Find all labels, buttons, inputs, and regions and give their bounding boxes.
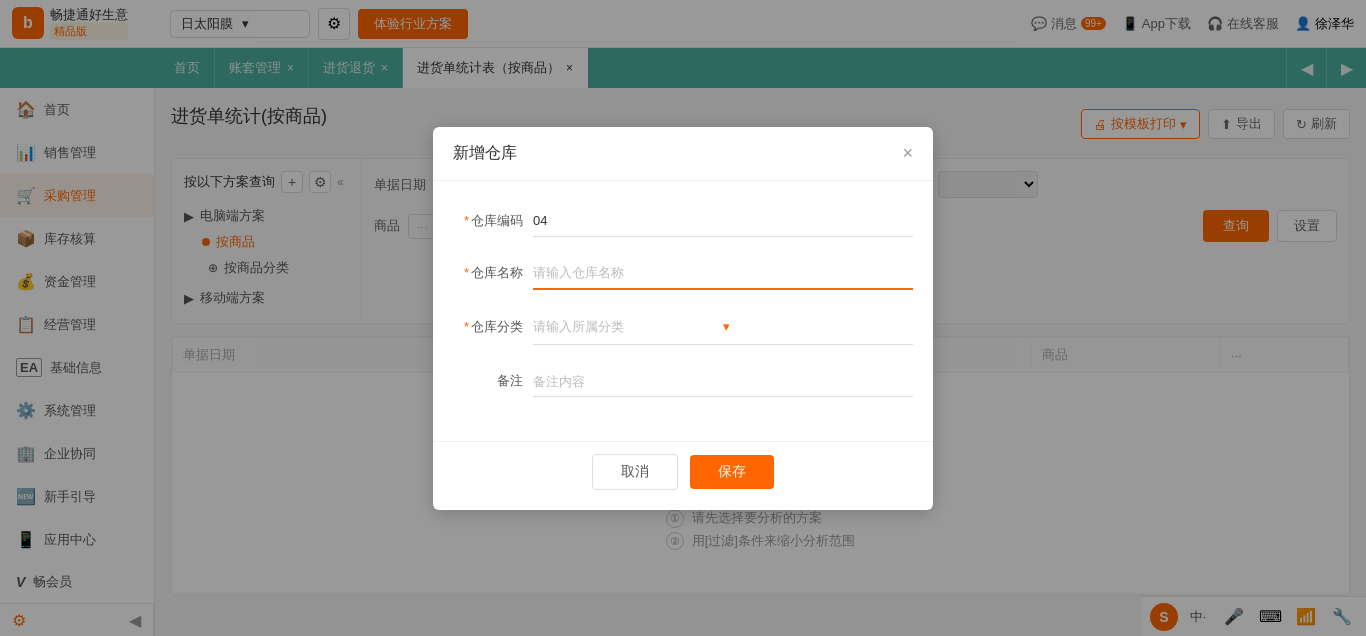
code-label: 仓库编码: [453, 212, 533, 230]
modal-body: 仓库编码 仓库名称 仓库分类 请输入所属分类 ▾ 备注: [433, 181, 933, 441]
note-label: 备注: [453, 372, 533, 390]
modal-new-warehouse: 新增仓库 × 仓库编码 仓库名称 仓库分类 请输入所属分类 ▾: [433, 127, 933, 510]
modal-header: 新增仓库 ×: [433, 127, 933, 181]
form-row-code: 仓库编码: [453, 205, 913, 237]
modal-title: 新增仓库: [453, 143, 517, 164]
form-row-category: 仓库分类 请输入所属分类 ▾: [453, 310, 913, 345]
code-input[interactable]: [533, 205, 913, 237]
category-selector[interactable]: 请输入所属分类 ▾: [533, 310, 913, 345]
modal-overlay[interactable]: 新增仓库 × 仓库编码 仓库名称 仓库分类 请输入所属分类 ▾: [0, 0, 1366, 636]
cancel-button[interactable]: 取消: [592, 454, 678, 490]
form-row-note: 备注: [453, 365, 913, 397]
chevron-down-icon: ▾: [723, 319, 913, 334]
category-label: 仓库分类: [453, 318, 533, 336]
note-input[interactable]: [533, 365, 913, 397]
save-button[interactable]: 保存: [690, 455, 774, 489]
name-label: 仓库名称: [453, 264, 533, 282]
name-input[interactable]: [533, 257, 913, 290]
category-placeholder: 请输入所属分类: [533, 318, 723, 336]
modal-footer: 取消 保存: [433, 441, 933, 510]
modal-close-button[interactable]: ×: [902, 143, 913, 164]
form-row-name: 仓库名称: [453, 257, 913, 290]
